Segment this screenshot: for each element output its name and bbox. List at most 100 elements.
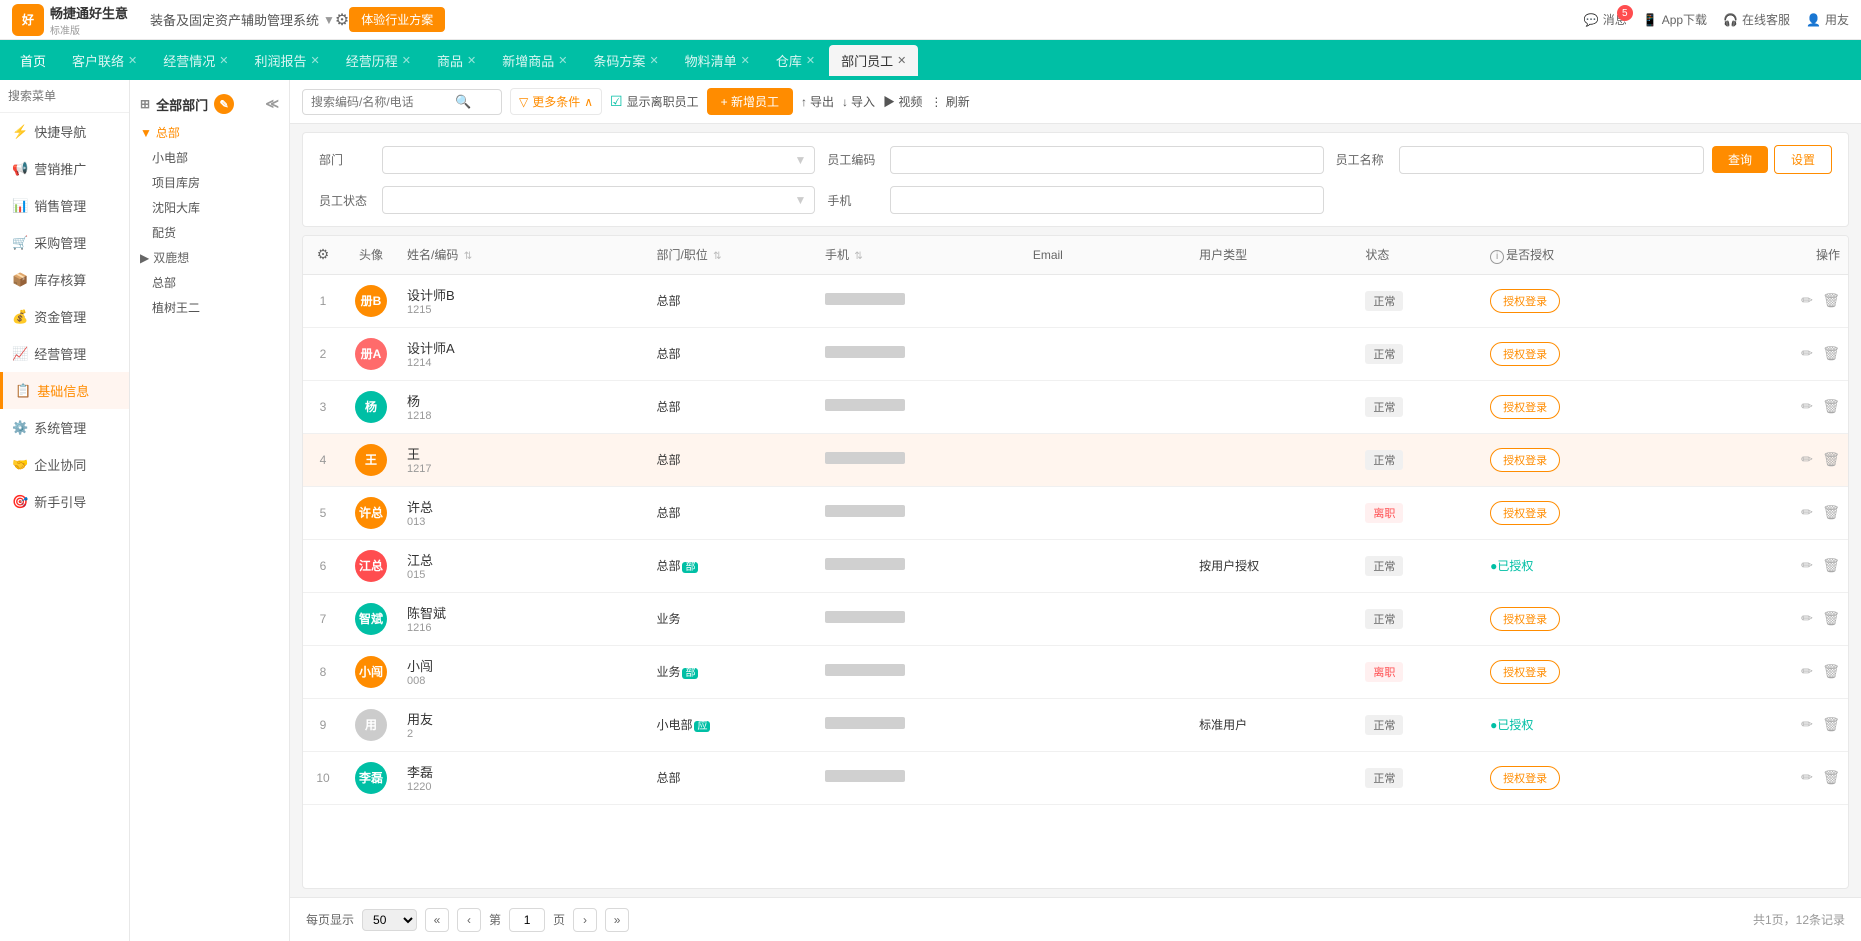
delete-button[interactable]: 🗑 xyxy=(1822,557,1840,573)
tab-profit[interactable]: 利润报告 ✕ xyxy=(242,45,331,76)
sidebar-item-basic-info[interactable]: 📋 基础信息 xyxy=(0,372,129,409)
delete-button[interactable]: 🗑 xyxy=(1822,504,1840,520)
edit-button[interactable]: ✏ xyxy=(1801,716,1813,732)
dept-child-distribution[interactable]: 配货 xyxy=(130,220,289,245)
delete-button[interactable]: 🗑 xyxy=(1822,292,1840,308)
dept-child-zongbu[interactable]: 总部 xyxy=(130,270,289,295)
query-button[interactable]: 查询 xyxy=(1712,146,1768,173)
gear-button[interactable]: ⚙ xyxy=(335,10,349,30)
online-service-button[interactable]: 🎧 在线客服 xyxy=(1723,11,1790,28)
dept-collapse-button[interactable]: ≪ xyxy=(265,96,279,112)
dept-group-headquarters[interactable]: ▼总部 xyxy=(130,120,289,145)
th-dept[interactable]: 部门/职位 ⇅ xyxy=(648,236,817,274)
authorize-button[interactable]: 授权登录 xyxy=(1490,766,1560,790)
edit-button[interactable]: ✏ xyxy=(1801,451,1813,467)
authorize-button[interactable]: 授权登录 xyxy=(1490,342,1560,366)
refresh-button[interactable]: ⋮ 刷新 xyxy=(930,93,969,110)
delete-button[interactable]: 🗑 xyxy=(1822,610,1840,626)
dept-child-zhishu[interactable]: 植树王二 xyxy=(130,295,289,320)
prev-page-button[interactable]: ‹ xyxy=(457,908,481,932)
edit-button[interactable]: ✏ xyxy=(1801,557,1813,573)
view-button[interactable]: ▶ 视频 xyxy=(883,93,922,110)
edit-button[interactable]: ✏ xyxy=(1801,398,1813,414)
close-tab-goods[interactable]: ✕ xyxy=(467,54,476,67)
last-page-button[interactable]: » xyxy=(605,908,629,932)
close-tab-add-goods[interactable]: ✕ xyxy=(558,54,567,67)
first-page-button[interactable]: « xyxy=(425,908,449,932)
authorize-button[interactable]: 授权登录 xyxy=(1490,289,1560,313)
user-menu[interactable]: 👤 用友 xyxy=(1806,11,1849,28)
dept-group-shuanglu[interactable]: ▶双鹿想 xyxy=(130,245,289,270)
authorize-button[interactable]: 授权登录 xyxy=(1490,395,1560,419)
filter-status-select[interactable]: ▼ xyxy=(382,186,815,214)
dept-child-project[interactable]: 项目库房 xyxy=(130,170,289,195)
edit-button[interactable]: ✏ xyxy=(1801,504,1813,520)
authorize-button[interactable]: 授权登录 xyxy=(1490,501,1560,525)
close-tab-bom[interactable]: ✕ xyxy=(741,54,750,67)
add-employee-button[interactable]: + 新增员工 xyxy=(707,88,793,115)
filter-name-input[interactable] xyxy=(1399,146,1704,174)
import-button[interactable]: ↓ 导入 xyxy=(842,93,875,110)
app-download-button[interactable]: 📱 App下载 xyxy=(1643,11,1707,28)
sidebar-item-quick-nav[interactable]: ⚡ 快捷导航 xyxy=(0,113,129,150)
th-phone[interactable]: 手机 ⇅ xyxy=(817,236,1025,274)
authorize-button[interactable]: 授权登录 xyxy=(1490,448,1560,472)
delete-button[interactable]: 🗑 xyxy=(1822,345,1840,361)
sidebar-item-operation[interactable]: 📈 经营管理 xyxy=(0,335,129,372)
close-tab-barcode[interactable]: ✕ xyxy=(649,54,658,67)
edit-button[interactable]: ✏ xyxy=(1801,610,1813,626)
delete-button[interactable]: 🗑 xyxy=(1822,663,1840,679)
tab-barcode[interactable]: 条码方案 ✕ xyxy=(581,45,670,76)
delete-button[interactable]: 🗑 xyxy=(1822,398,1840,414)
page-input[interactable] xyxy=(509,908,545,932)
show-resigned-toggle[interactable]: ☑ 显示离职员工 xyxy=(610,93,699,110)
sidebar-item-sales[interactable]: 📊 销售管理 xyxy=(0,187,129,224)
edit-button[interactable]: ✏ xyxy=(1801,769,1813,785)
delete-button[interactable]: 🗑 xyxy=(1822,716,1840,732)
export-button[interactable]: ↑ 导出 xyxy=(801,93,834,110)
tab-add-goods[interactable]: 新增商品 ✕ xyxy=(490,45,579,76)
sidebar-item-collab[interactable]: 🤝 企业协同 xyxy=(0,446,129,483)
tab-operation[interactable]: 经营情况 ✕ xyxy=(151,45,240,76)
sidebar-item-guide[interactable]: 🎯 新手引导 xyxy=(0,483,129,520)
dept-child-xiaodian[interactable]: 小电部 xyxy=(130,145,289,170)
message-button[interactable]: 💬 消息 5 xyxy=(1584,11,1627,28)
tab-history[interactable]: 经营历程 ✕ xyxy=(334,45,423,76)
tab-customer[interactable]: 客户联络 ✕ xyxy=(60,45,149,76)
experience-button[interactable]: 体验行业方案 xyxy=(349,7,445,32)
sidebar-item-system[interactable]: ⚙️ 系统管理 xyxy=(0,409,129,446)
delete-button[interactable]: 🗑 xyxy=(1822,769,1840,785)
sidebar-item-purchase[interactable]: 🛒 采购管理 xyxy=(0,224,129,261)
filter-dept-select[interactable]: ▼ xyxy=(382,146,815,174)
delete-button[interactable]: 🗑 xyxy=(1822,451,1840,467)
edit-button[interactable]: ✏ xyxy=(1801,292,1813,308)
dept-edit-button[interactable]: ✎ xyxy=(214,94,234,114)
tab-home[interactable]: 首页 xyxy=(8,45,58,76)
close-tab-customer[interactable]: ✕ xyxy=(128,54,137,67)
close-tab-profit[interactable]: ✕ xyxy=(311,54,320,67)
set-button[interactable]: 设置 xyxy=(1774,145,1832,174)
close-tab-history[interactable]: ✕ xyxy=(402,54,411,67)
sidebar-item-finance[interactable]: 💰 资金管理 xyxy=(0,298,129,335)
close-tab-operation[interactable]: ✕ xyxy=(219,54,228,67)
more-filters-button[interactable]: ▽ 更多条件 ∧ xyxy=(510,88,602,115)
dept-child-shenyang[interactable]: 沈阳大库 xyxy=(130,195,289,220)
authorize-button[interactable]: 授权登录 xyxy=(1490,660,1560,684)
tab-dept-staff[interactable]: 部门员工 ✕ xyxy=(829,45,918,76)
sidebar-item-marketing[interactable]: 📢 营销推广 xyxy=(0,150,129,187)
filter-code-input[interactable] xyxy=(890,146,1323,174)
edit-button[interactable]: ✏ xyxy=(1801,663,1813,679)
th-name[interactable]: 姓名/编码 ⇅ xyxy=(399,236,648,274)
edit-button[interactable]: ✏ xyxy=(1801,345,1813,361)
sidebar-item-inventory[interactable]: 📦 库存核算 xyxy=(0,261,129,298)
table-settings-icon[interactable]: ⚙ xyxy=(317,246,330,262)
search-input[interactable] xyxy=(311,95,451,109)
per-page-select[interactable]: 50 100 xyxy=(362,909,417,931)
next-page-button[interactable]: › xyxy=(573,908,597,932)
tab-goods[interactable]: 商品 ✕ xyxy=(425,45,488,76)
close-tab-warehouse[interactable]: ✕ xyxy=(806,54,815,67)
close-tab-dept-staff[interactable]: ✕ xyxy=(897,54,906,67)
tab-bom[interactable]: 物料清单 ✕ xyxy=(673,45,762,76)
authorize-button[interactable]: 授权登录 xyxy=(1490,607,1560,631)
tab-warehouse[interactable]: 仓库 ✕ xyxy=(764,45,827,76)
